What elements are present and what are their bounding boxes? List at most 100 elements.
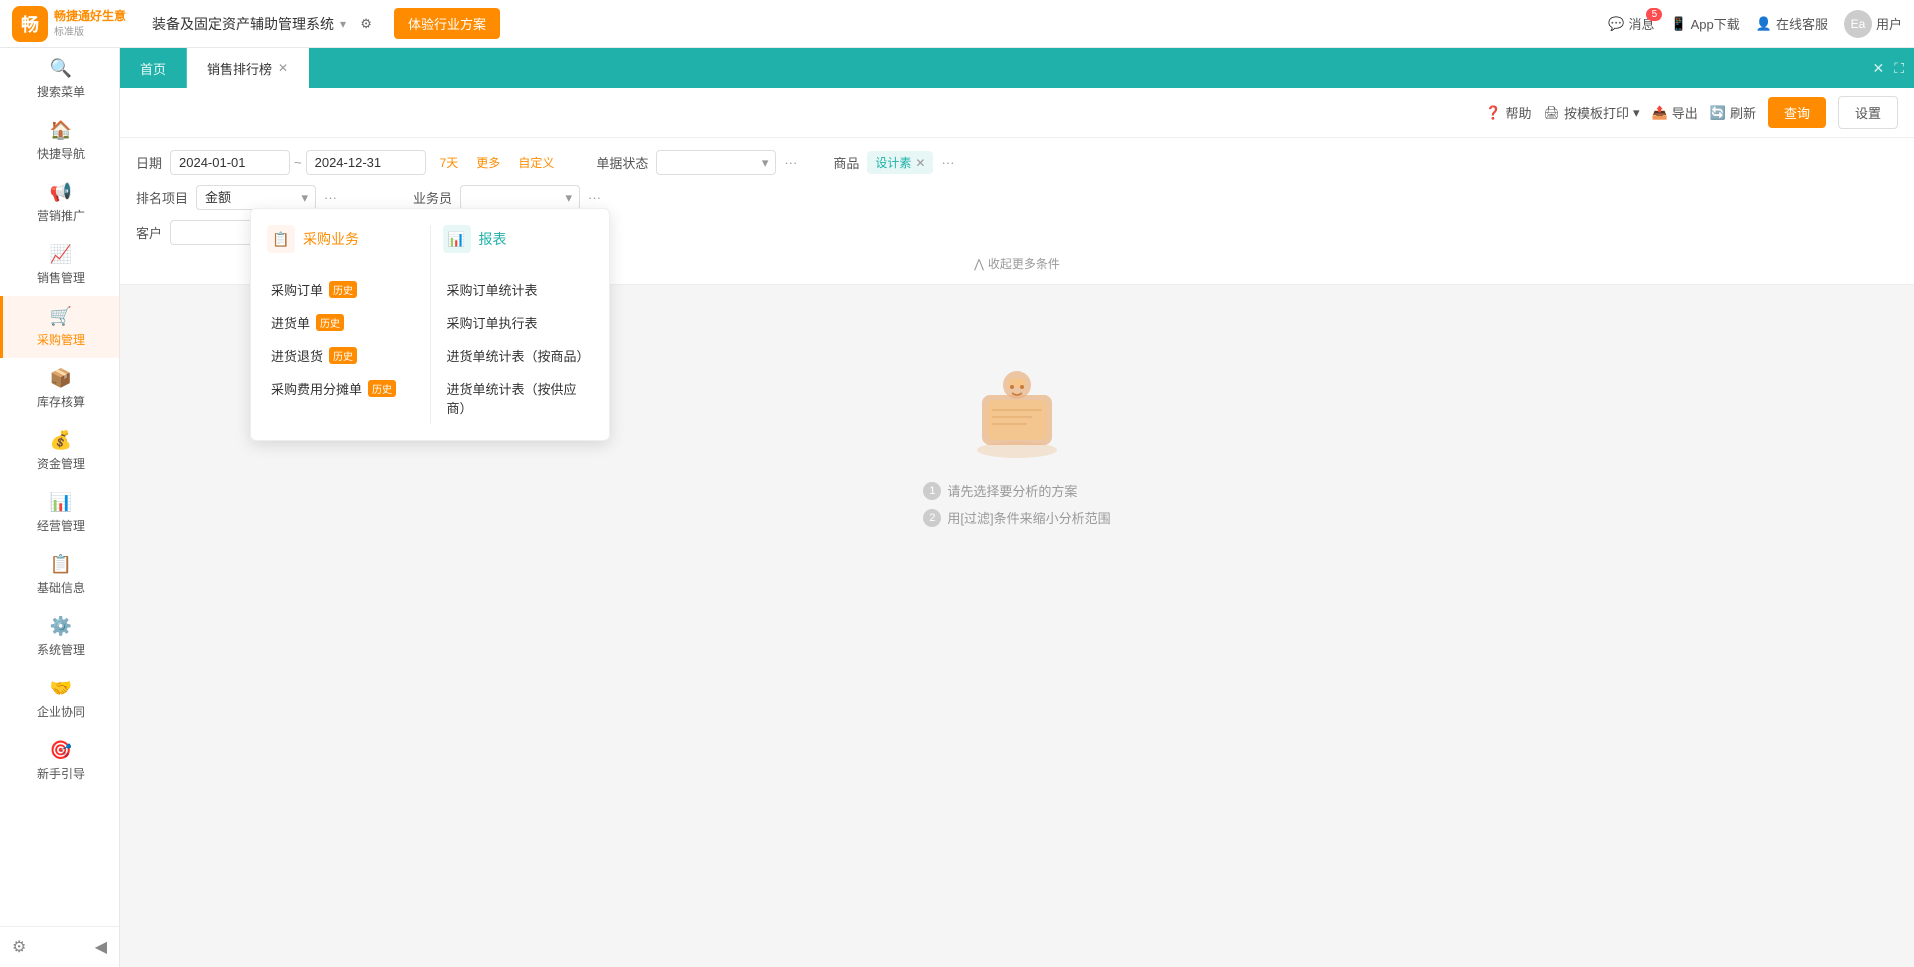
expense-history-badge: 历史	[368, 380, 396, 397]
dropdown-item-receipt[interactable]: 进货单 历史	[267, 306, 418, 339]
po-stats-label: 采购订单统计表	[447, 280, 538, 299]
sidebar-item-search[interactable]: 🔍 搜索菜单	[0, 48, 119, 110]
dropdown-columns: 📋 采购业务 采购订单 历史 进货单 历史	[267, 225, 593, 424]
tab-close-icon[interactable]: ✕	[278, 61, 288, 75]
salesperson-select[interactable]	[460, 185, 580, 210]
settings-btn[interactable]: 设置	[1838, 96, 1898, 129]
sidebar-label-system: 系统管理	[37, 641, 85, 658]
message-btn[interactable]: 💬 消息 5	[1608, 14, 1654, 33]
po-history-badge: 历史	[329, 281, 357, 298]
marketing-icon: 📢	[50, 182, 72, 203]
query-btn[interactable]: 查询	[1768, 97, 1826, 128]
rank-select[interactable]: 金额	[196, 185, 316, 210]
dropdown-item-receipt-goods[interactable]: 进货单统计表（按商品）	[443, 339, 594, 372]
salesperson-dots[interactable]: ···	[588, 190, 601, 205]
settings-bottom-icon[interactable]: ⚙	[12, 937, 26, 957]
doc-status-select[interactable]	[656, 150, 776, 175]
sidebar-item-management[interactable]: 📊 经营管理	[0, 482, 119, 544]
date-start-input[interactable]	[170, 150, 290, 175]
user-avatar: Ea	[1844, 10, 1872, 38]
industry-btn[interactable]: 体验行业方案	[394, 8, 500, 39]
dropdown-item-po[interactable]: 采购订单 历史	[267, 273, 418, 306]
settings-icon-btn[interactable]: ⚙	[352, 10, 380, 38]
base-icon: 📋	[50, 554, 72, 575]
content-area: 首页 销售排行榜 ✕ ✕ ⛶ ❓ 帮助 🖨 按模板打印	[120, 48, 1914, 967]
goods-filter: 商品 设计素 ✕ ···	[833, 151, 954, 174]
sidebar-item-purchase[interactable]: 🛒 采购管理	[0, 296, 119, 358]
app-download-btn[interactable]: 📱 App下载	[1670, 14, 1739, 33]
dropdown-item-expense[interactable]: 采购费用分摊单 历史	[267, 372, 418, 405]
print-arrow-icon: ▾	[1633, 105, 1640, 121]
date-end-input[interactable]	[306, 150, 426, 175]
online-service-btn[interactable]: 👤 在线客服	[1756, 14, 1828, 33]
dropdown-item-po-exec[interactable]: 采购订单执行表	[443, 306, 594, 339]
salesperson-label: 业务员	[413, 188, 452, 207]
print-label: 按模板打印	[1564, 103, 1629, 122]
goods-tag-close[interactable]: ✕	[915, 156, 925, 170]
help-btn[interactable]: ❓ 帮助	[1485, 103, 1531, 122]
sidebar-item-marketing[interactable]: 📢 营销推广	[0, 172, 119, 234]
print-icon: 🖨	[1544, 105, 1561, 121]
purchase-icon: 🛒	[50, 306, 72, 327]
tip-text-2: 用[过滤]条件来缩小分析范围	[947, 508, 1110, 527]
collapse-arrow-icon: ⋀	[974, 257, 984, 271]
sidebar-item-system[interactable]: ⚙️ 系统管理	[0, 606, 119, 668]
receipt-goods-label: 进货单统计表（按商品）	[447, 346, 590, 365]
sidebar: 🔍 搜索菜单 🏠 快捷导航 📢 营销推广 📈 销售管理 🛒 采购管理 📦 库存核…	[0, 48, 120, 967]
quick-date-more[interactable]: 更多	[470, 152, 506, 173]
header-system-name: 装备及固定资产辅助管理系统 ▾ ⚙ 体验行业方案	[152, 8, 1608, 39]
dropdown-item-po-stats[interactable]: 采购订单统计表	[443, 273, 594, 306]
system-name-arrow[interactable]: ▾	[340, 17, 346, 31]
refresh-icon: 🔄	[1710, 105, 1726, 121]
tab-home[interactable]: 首页	[120, 48, 187, 88]
sidebar-item-nav[interactable]: 🏠 快捷导航	[0, 110, 119, 172]
message-badge: 5	[1646, 8, 1662, 21]
dropdown-item-receipt-supplier[interactable]: 进货单统计表（按供应商）	[443, 372, 594, 424]
message-icon: 💬	[1608, 16, 1624, 32]
sidebar-label-inventory: 库存核算	[37, 393, 85, 410]
collapse-btn[interactable]: ⋀ 收起更多条件	[974, 255, 1060, 272]
sales-icon: 📈	[50, 244, 72, 265]
quick-date-custom[interactable]: 自定义	[512, 152, 560, 173]
search-icon: 🔍	[50, 58, 72, 79]
print-btn[interactable]: 🖨 按模板打印 ▾	[1544, 103, 1640, 122]
collapse-sidebar-icon[interactable]: ◀	[95, 937, 107, 957]
sidebar-label-finance: 资金管理	[37, 455, 85, 472]
sidebar-label-guide: 新手引导	[37, 765, 85, 782]
refresh-btn[interactable]: 🔄 刷新	[1710, 103, 1756, 122]
sidebar-item-sales[interactable]: 📈 销售管理	[0, 234, 119, 296]
sidebar-label-marketing: 营销推广	[37, 207, 85, 224]
goods-dots[interactable]: ···	[941, 155, 954, 170]
sidebar-item-inventory[interactable]: 📦 库存核算	[0, 358, 119, 420]
tab-right-actions: ✕ ⛶	[1862, 48, 1914, 88]
sidebar-item-guide[interactable]: 🎯 新手引导	[0, 730, 119, 792]
quick-date-7days[interactable]: 7天	[434, 152, 465, 173]
sidebar-item-collab[interactable]: 🤝 企业协同	[0, 668, 119, 730]
empty-tips: 1 请先选择要分析的方案 2 用[过滤]条件来缩小分析范围	[923, 481, 1110, 527]
export-label: 导出	[1672, 103, 1698, 122]
dropdown-item-return[interactable]: 进货退货 历史	[267, 339, 418, 372]
receipt-supplier-label: 进货单统计表（按供应商）	[447, 379, 590, 417]
rank-filter: 排名项目 金额 ···	[136, 185, 337, 210]
sidebar-label-sales: 销售管理	[37, 269, 85, 286]
sidebar-item-finance[interactable]: 💰 资金管理	[0, 420, 119, 482]
export-btn[interactable]: 📤 导出	[1652, 103, 1698, 122]
dropdown-col-reports-header: 📊 报表	[443, 225, 594, 261]
user-btn[interactable]: Ea 用户	[1844, 10, 1902, 38]
tab-maximize-icon[interactable]: ⛶	[1894, 60, 1904, 77]
empty-tip-2: 2 用[过滤]条件来缩小分析范围	[923, 508, 1110, 527]
dropdown-col-purchase: 📋 采购业务 采购订单 历史 进货单 历史	[267, 225, 418, 424]
reports-col-title: 报表	[479, 229, 507, 249]
tab-sales-ranking[interactable]: 销售排行榜 ✕	[187, 48, 309, 88]
sidebar-item-base[interactable]: 📋 基础信息	[0, 544, 119, 606]
date-label: 日期	[136, 153, 162, 172]
return-history-badge: 历史	[329, 347, 357, 364]
doc-status-dots[interactable]: ···	[784, 155, 797, 170]
dropdown-col-purchase-header: 📋 采购业务	[267, 225, 418, 261]
rank-dots[interactable]: ···	[324, 190, 337, 205]
empty-tip-1: 1 请先选择要分析的方案	[923, 481, 1110, 500]
receipt-label: 进货单	[271, 313, 310, 332]
tab-close-window-icon[interactable]: ✕	[1872, 60, 1884, 77]
doc-status-label: 单据状态	[596, 153, 648, 172]
dropdown-divider	[430, 225, 431, 424]
